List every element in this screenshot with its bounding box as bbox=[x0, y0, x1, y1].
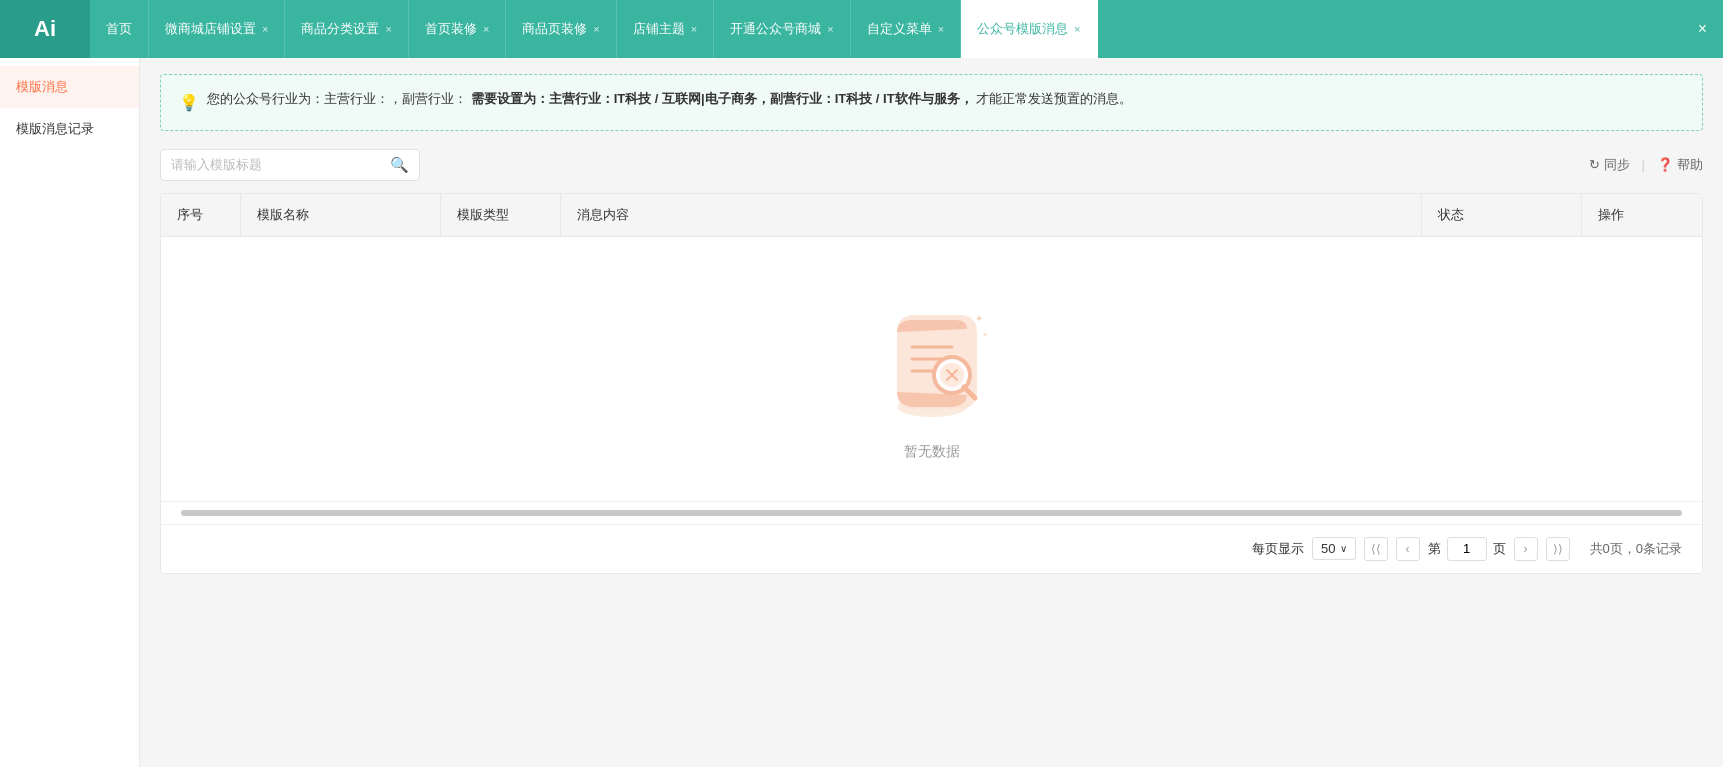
empty-illustration: ✦ · ✦ bbox=[867, 297, 997, 427]
sync-button[interactable]: ↻ 同步 bbox=[1589, 156, 1630, 174]
page-size-dropdown-icon: ∨ bbox=[1340, 543, 1347, 554]
scrollbar-area[interactable] bbox=[161, 501, 1702, 524]
nav-tab-weishop[interactable]: 微商城店铺设置 × bbox=[149, 0, 285, 58]
sidebar-item-template-msg[interactable]: 模版消息 bbox=[0, 66, 139, 108]
nav-tab-homepage[interactable]: 首页装修 × bbox=[409, 0, 506, 58]
page-first-button[interactable]: ⟨⟨ bbox=[1364, 537, 1388, 561]
nav-tab-homepage-label: 首页装修 bbox=[425, 20, 477, 38]
page-label: 第 bbox=[1428, 540, 1441, 558]
page-unit: 页 bbox=[1493, 540, 1506, 558]
toolbar-actions: ↻ 同步 | ❓ 帮助 bbox=[1589, 156, 1703, 174]
col-status: 状态 bbox=[1422, 194, 1582, 236]
nav-tab-templatemsg[interactable]: 公众号模版消息 × bbox=[961, 0, 1097, 58]
page-size-label: 每页显示 bbox=[1252, 540, 1304, 558]
app-logo: Ai bbox=[0, 0, 90, 58]
search-toolbar: 🔍 ↻ 同步 | ❓ 帮助 bbox=[160, 149, 1703, 181]
search-icon[interactable]: 🔍 bbox=[390, 156, 409, 174]
help-icon: ❓ bbox=[1657, 157, 1673, 172]
notice-banner: 💡 您的公众号行业为：主营行业：，副营行业： 需要设置为：主营行业：IT科技 /… bbox=[160, 74, 1703, 131]
nav-tab-category-close[interactable]: × bbox=[385, 23, 391, 35]
nav-tab-home[interactable]: 首页 bbox=[90, 0, 149, 58]
nav-tab-custommenu-label: 自定义菜单 bbox=[867, 20, 932, 38]
sidebar-item-template-msg-record[interactable]: 模版消息记录 bbox=[0, 108, 139, 150]
nav-tab-theme[interactable]: 店铺主题 × bbox=[617, 0, 714, 58]
pagination: 每页显示 50 ∨ ⟨⟨ ‹ 第 页 › bbox=[161, 524, 1702, 573]
nav-close-all-button[interactable]: × bbox=[1682, 20, 1723, 38]
nav-tab-openstore-close[interactable]: × bbox=[827, 23, 833, 35]
col-action: 操作 bbox=[1582, 194, 1702, 236]
nav-tab-productpage-label: 商品页装修 bbox=[522, 20, 587, 38]
sync-icon: ↻ bbox=[1589, 157, 1600, 172]
nav-tab-homepage-close[interactable]: × bbox=[483, 23, 489, 35]
empty-text: 暂无数据 bbox=[904, 443, 960, 461]
page-input-group: 第 页 bbox=[1428, 537, 1506, 561]
nav-tab-openstore[interactable]: 开通公众号商城 × bbox=[714, 0, 850, 58]
data-table: 序号 模版名称 模版类型 消息内容 状态 操作 bbox=[160, 193, 1703, 574]
nav-tab-custommenu[interactable]: 自定义菜单 × bbox=[851, 0, 961, 58]
nav-tab-home-label: 首页 bbox=[106, 20, 132, 38]
svg-text:·: · bbox=[962, 305, 964, 314]
horizontal-scrollbar[interactable] bbox=[181, 510, 1682, 516]
page-prev-icon: ‹ bbox=[1406, 542, 1410, 556]
nav-tab-productpage-close[interactable]: × bbox=[593, 23, 599, 35]
content-area: 💡 您的公众号行业为：主营行业：，副营行业： 需要设置为：主营行业：IT科技 /… bbox=[140, 58, 1723, 767]
nav-tab-templatemsg-label: 公众号模版消息 bbox=[977, 20, 1068, 38]
nav-tab-weishop-close[interactable]: × bbox=[262, 23, 268, 35]
page-last-icon: ⟩⟩ bbox=[1553, 542, 1563, 556]
empty-state: ✦ · ✦ 暂无数据 bbox=[161, 237, 1702, 501]
nav-tab-templatemsg-close[interactable]: × bbox=[1074, 23, 1080, 35]
col-name: 模版名称 bbox=[241, 194, 441, 236]
col-type: 模版类型 bbox=[441, 194, 561, 236]
col-seq: 序号 bbox=[161, 194, 241, 236]
col-content: 消息内容 bbox=[561, 194, 1422, 236]
nav-tab-category[interactable]: 商品分类设置 × bbox=[285, 0, 408, 58]
total-info: 共0页，0条记录 bbox=[1590, 540, 1682, 558]
nav-tab-openstore-label: 开通公众号商城 bbox=[730, 20, 821, 38]
notice-highlight: 需要设置为：主营行业：IT科技 / 互联网|电子商务，副营行业：IT科技 / I… bbox=[471, 91, 973, 106]
sidebar: 模版消息 模版消息记录 bbox=[0, 58, 140, 767]
nav-tab-theme-close[interactable]: × bbox=[691, 23, 697, 35]
toolbar-divider: | bbox=[1642, 157, 1645, 172]
nav-tab-weishop-label: 微商城店铺设置 bbox=[165, 20, 256, 38]
page-next-button[interactable]: › bbox=[1514, 537, 1538, 561]
notice-text: 您的公众号行业为：主营行业：，副营行业： 需要设置为：主营行业：IT科技 / 互… bbox=[207, 89, 1132, 110]
page-first-icon: ⟨⟨ bbox=[1371, 542, 1381, 556]
nav-tabs: 首页 微商城店铺设置 × 商品分类设置 × 首页装修 × 商品页装修 × 店铺主… bbox=[90, 0, 1682, 58]
nav-tab-productpage[interactable]: 商品页装修 × bbox=[506, 0, 616, 58]
svg-text:✦: ✦ bbox=[982, 331, 988, 338]
page-last-button[interactable]: ⟩⟩ bbox=[1546, 537, 1570, 561]
help-button[interactable]: ❓ 帮助 bbox=[1657, 156, 1703, 174]
nav-tab-category-label: 商品分类设置 bbox=[301, 20, 379, 38]
page-prev-button[interactable]: ‹ bbox=[1396, 537, 1420, 561]
page-size-value: 50 bbox=[1321, 541, 1335, 556]
table-header: 序号 模版名称 模版类型 消息内容 状态 操作 bbox=[161, 194, 1702, 237]
main-layout: 模版消息 模版消息记录 💡 您的公众号行业为：主营行业：，副营行业： 需要设置为… bbox=[0, 58, 1723, 767]
search-input[interactable] bbox=[171, 157, 390, 172]
page-number-input[interactable] bbox=[1447, 537, 1487, 561]
page-next-icon: › bbox=[1524, 542, 1528, 556]
search-box: 🔍 bbox=[160, 149, 420, 181]
svg-text:✦: ✦ bbox=[975, 313, 983, 324]
page-size-select[interactable]: 50 ∨ bbox=[1312, 537, 1355, 560]
nav-tab-custommenu-close[interactable]: × bbox=[938, 23, 944, 35]
nav-tab-theme-label: 店铺主题 bbox=[633, 20, 685, 38]
notice-icon: 💡 bbox=[179, 90, 199, 116]
top-nav: Ai 首页 微商城店铺设置 × 商品分类设置 × 首页装修 × 商品页装修 × … bbox=[0, 0, 1723, 58]
